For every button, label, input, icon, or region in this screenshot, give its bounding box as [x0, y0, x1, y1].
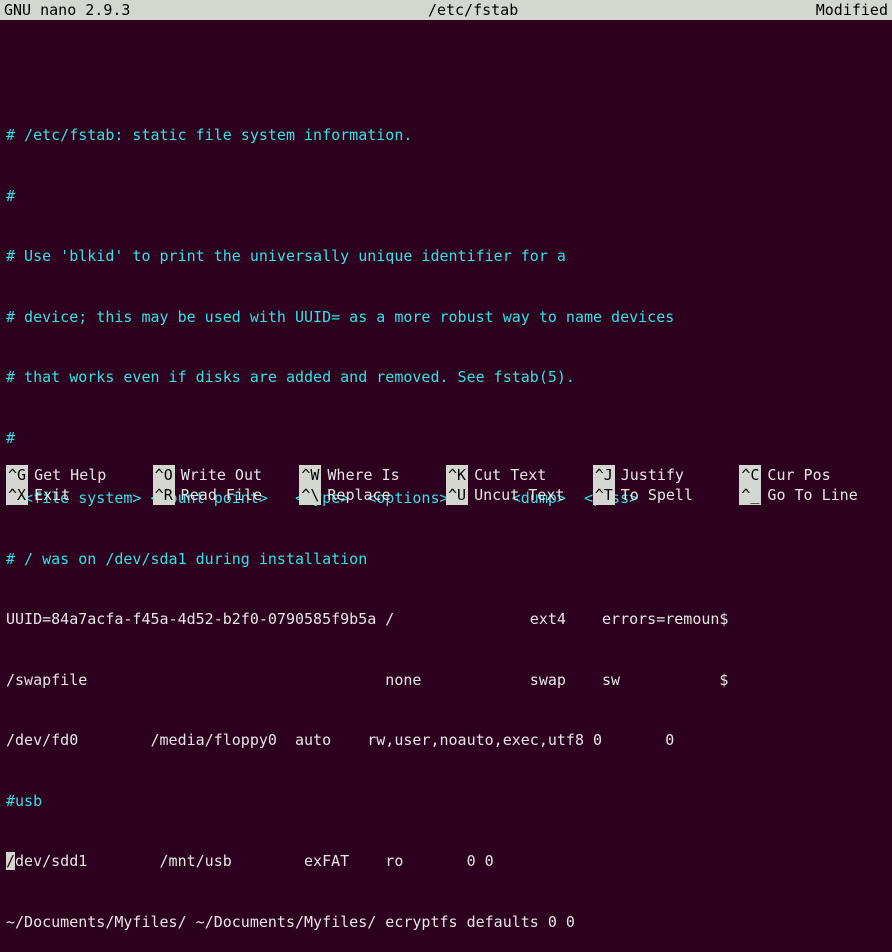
shortcut-label: Exit — [34, 485, 70, 505]
file-line[interactable]: # — [6, 186, 886, 206]
shortcut-label: Cut Text — [474, 465, 546, 485]
shortcut-label: Go To Line — [767, 485, 857, 505]
key-label: ^W — [299, 465, 321, 485]
shortcut-row: ^X Exit ^R Read File ^\ Replace ^U Uncut… — [6, 485, 886, 505]
file-line-cursor[interactable]: /dev/sdd1 /mnt/usb exFAT ro 0 0 — [6, 851, 886, 871]
shortcut-exit[interactable]: ^X Exit — [6, 485, 153, 505]
key-label: ^T — [593, 485, 615, 505]
file-line[interactable]: ~/Documents/Myfiles/ ~/Documents/Myfiles… — [6, 912, 886, 932]
shortcut-write-out[interactable]: ^O Write Out — [153, 465, 300, 485]
shortcut-to-spell[interactable]: ^T To Spell — [593, 485, 740, 505]
shortcut-read-file[interactable]: ^R Read File — [153, 485, 300, 505]
key-label: ^U — [446, 485, 468, 505]
file-line[interactable]: # — [6, 428, 886, 448]
file-line[interactable]: # that works even if disks are added and… — [6, 367, 886, 387]
key-label: ^J — [593, 465, 615, 485]
shortcut-label: To Spell — [621, 485, 693, 505]
shortcut-go-to-line[interactable]: ^_ Go To Line — [739, 485, 886, 505]
app-name: GNU nano 2.9.3 — [4, 0, 130, 20]
key-label: ^K — [446, 465, 468, 485]
key-label: ^O — [153, 465, 175, 485]
shortcut-get-help[interactable]: ^G Get Help — [6, 465, 153, 485]
shortcut-uncut-text[interactable]: ^U Uncut Text — [446, 485, 593, 505]
shortcut-row: ^G Get Help ^O Write Out ^W Where Is ^K … — [6, 465, 886, 485]
key-label: ^G — [6, 465, 28, 485]
file-line[interactable]: UUID=84a7acfa-f45a-4d52-b2f0-0790585f9b5… — [6, 609, 886, 629]
file-line[interactable]: # / was on /dev/sda1 during installation — [6, 549, 886, 569]
shortcut-label: Where Is — [327, 465, 399, 485]
file-line[interactable]: /dev/fd0 /media/floppy0 auto rw,user,noa… — [6, 730, 886, 750]
shortcut-label: Replace — [327, 485, 390, 505]
shortcut-label: Get Help — [34, 465, 106, 485]
file-line[interactable]: #usb — [6, 791, 886, 811]
editor-titlebar: GNU nano 2.9.3 /etc/fstab Modified — [0, 0, 892, 20]
key-label: ^R — [153, 485, 175, 505]
key-label: ^X — [6, 485, 28, 505]
cursor: / — [6, 852, 15, 870]
file-line[interactable]: # Use 'blkid' to print the universally u… — [6, 246, 886, 266]
shortcut-label: Write Out — [181, 465, 262, 485]
key-label: ^_ — [739, 485, 761, 505]
file-line-rest: dev/sdd1 /mnt/usb exFAT ro 0 0 — [15, 852, 494, 870]
file-line[interactable]: /swapfile none swap sw $ — [6, 670, 886, 690]
shortcut-justify[interactable]: ^J Justify — [593, 465, 740, 485]
shortcut-label: Cur Pos — [767, 465, 830, 485]
shortcut-where-is[interactable]: ^W Where Is — [299, 465, 446, 485]
shortcut-label: Uncut Text — [474, 485, 564, 505]
shortcut-label: Read File — [181, 485, 262, 505]
file-line[interactable]: # /etc/fstab: static file system informa… — [6, 125, 886, 145]
file-name: /etc/fstab — [130, 0, 815, 20]
shortcut-bar: ^G Get Help ^O Write Out ^W Where Is ^K … — [0, 465, 892, 509]
shortcut-label: Justify — [621, 465, 684, 485]
shortcut-cut-text[interactable]: ^K Cut Text — [446, 465, 593, 485]
modified-flag: Modified — [816, 0, 888, 20]
shortcut-replace[interactable]: ^\ Replace — [299, 485, 446, 505]
key-label: ^C — [739, 465, 761, 485]
file-line[interactable]: # device; this may be used with UUID= as… — [6, 307, 886, 327]
shortcut-cur-pos[interactable]: ^C Cur Pos — [739, 465, 886, 485]
key-label: ^\ — [299, 485, 321, 505]
